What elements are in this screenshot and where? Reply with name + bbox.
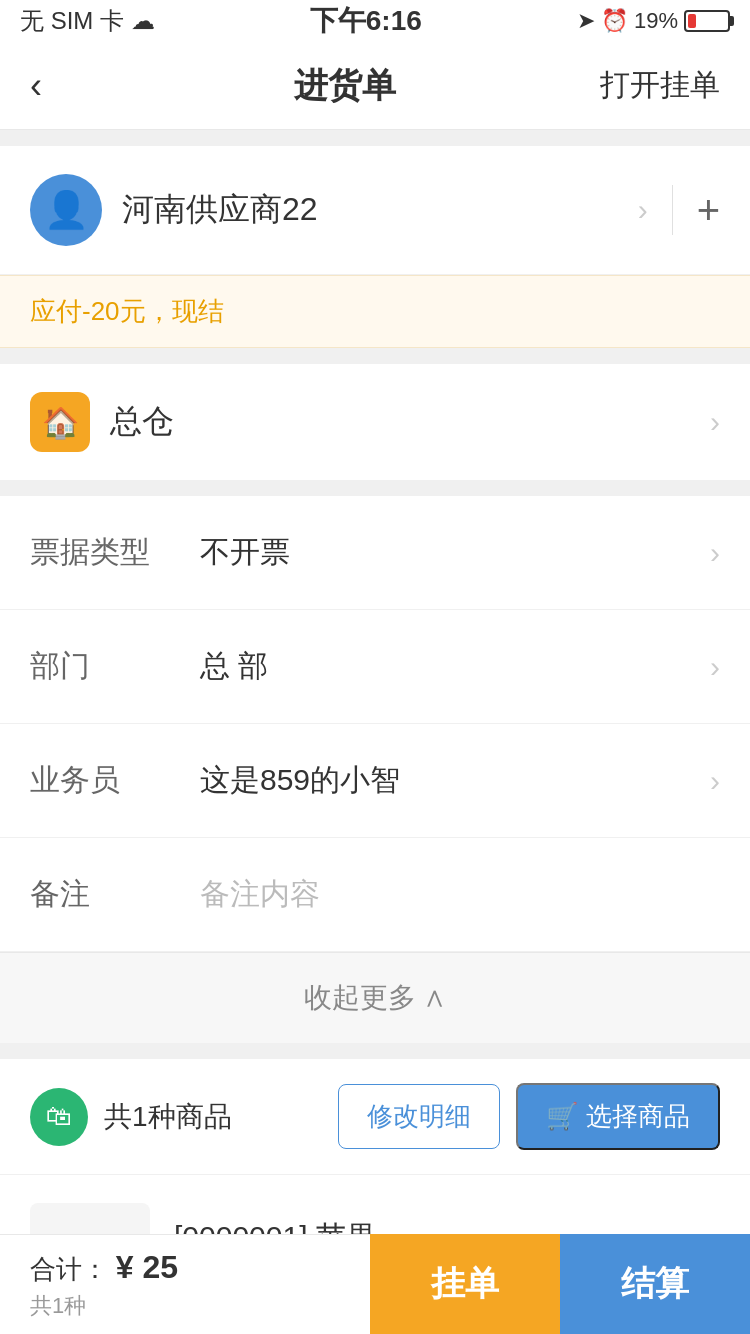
battery-icon xyxy=(684,10,730,32)
avatar-icon: 👤 xyxy=(44,189,89,231)
supplier-avatar: 👤 xyxy=(30,174,102,246)
warehouse-card[interactable]: 🏠 总仓 › xyxy=(0,364,750,480)
remark-label: 备注 xyxy=(30,874,170,915)
location-icon: ➤ xyxy=(577,8,595,34)
status-bar: 无 SIM 卡 ☁ 下午6:16 ➤ ⏰ 19% xyxy=(0,0,750,42)
nav-bar: ‹ 进货单 打开挂单 xyxy=(0,42,750,130)
payment-info-banner: 应付-20元，现结 xyxy=(0,275,750,348)
gap-1 xyxy=(0,130,750,146)
staff-value: 这是859的小智 xyxy=(170,760,710,801)
collapse-button[interactable]: 收起更多 ∧ xyxy=(0,952,750,1043)
alarm-icon: ⏰ xyxy=(601,8,628,34)
invoice-value: 不开票 xyxy=(170,532,710,573)
collapse-label: 收起更多 ∧ xyxy=(304,979,447,1017)
invoice-label: 票据类型 xyxy=(30,532,170,573)
gap-4 xyxy=(0,1043,750,1059)
back-button[interactable]: ‹ xyxy=(30,65,90,107)
warehouse-chevron-icon: › xyxy=(710,405,720,439)
cart-icon: 🛒 xyxy=(546,1101,578,1132)
product-icon: 🛍 xyxy=(30,1088,88,1146)
sim-label: 无 SIM 卡 ☁ xyxy=(20,5,155,37)
battery-fill xyxy=(688,14,696,28)
warehouse-name: 总仓 xyxy=(110,400,710,444)
status-right: ➤ ⏰ 19% xyxy=(577,8,730,34)
total-line: 合计： ¥ 25 xyxy=(30,1249,340,1287)
total-label: 合计： xyxy=(30,1254,108,1284)
total-amount: ¥ 25 xyxy=(116,1249,178,1285)
add-supplier-button[interactable]: + xyxy=(697,188,720,233)
staff-row[interactable]: 业务员 这是859的小智 › xyxy=(0,724,750,838)
footer: 合计： ¥ 25 共1种 挂单 结算 xyxy=(0,1234,750,1334)
open-pending-button[interactable]: 打开挂单 xyxy=(600,65,720,106)
status-left: 无 SIM 卡 ☁ xyxy=(20,5,155,37)
product-count: 共1种商品 xyxy=(104,1098,322,1136)
supplier-chevron-icon: › xyxy=(638,193,648,227)
form-section: 票据类型 不开票 › 部门 总 部 › 业务员 这是859的小智 › 备注 备注… xyxy=(0,496,750,1043)
supplier-row[interactable]: 👤 河南供应商22 › + xyxy=(0,146,750,275)
department-row[interactable]: 部门 总 部 › xyxy=(0,610,750,724)
total-count: 共1种 xyxy=(30,1291,340,1321)
warehouse-icon: 🏠 xyxy=(30,392,90,452)
supplier-card: 👤 河南供应商22 › + 应付-20元，现结 xyxy=(0,146,750,348)
checkout-button[interactable]: 结算 xyxy=(560,1234,750,1334)
department-chevron-icon: › xyxy=(710,650,720,684)
select-product-label: 选择商品 xyxy=(586,1099,690,1134)
invoice-chevron-icon: › xyxy=(710,536,720,570)
gap-2 xyxy=(0,348,750,364)
battery-label: 19% xyxy=(634,8,678,34)
staff-label: 业务员 xyxy=(30,760,170,801)
product-header: 🛍 共1种商品 修改明细 🛒 选择商品 xyxy=(0,1059,750,1175)
warehouse-row[interactable]: 🏠 总仓 › xyxy=(0,364,750,480)
vertical-divider xyxy=(672,185,673,235)
footer-total: 合计： ¥ 25 共1种 xyxy=(0,1234,370,1334)
status-time: 下午6:16 xyxy=(310,2,422,40)
department-label: 部门 xyxy=(30,646,170,687)
remark-row[interactable]: 备注 备注内容 xyxy=(0,838,750,952)
select-product-button[interactable]: 🛒 选择商品 xyxy=(516,1083,720,1150)
modify-detail-button[interactable]: 修改明细 xyxy=(338,1084,500,1149)
remark-input[interactable]: 备注内容 xyxy=(170,874,720,915)
department-value: 总 部 xyxy=(170,646,710,687)
page-title: 进货单 xyxy=(294,63,396,109)
gap-3 xyxy=(0,480,750,496)
hang-order-button[interactable]: 挂单 xyxy=(370,1234,560,1334)
invoice-type-row[interactable]: 票据类型 不开票 › xyxy=(0,496,750,610)
staff-chevron-icon: › xyxy=(710,764,720,798)
supplier-name: 河南供应商22 xyxy=(122,188,638,232)
bag-icon: 🛍 xyxy=(46,1101,72,1132)
